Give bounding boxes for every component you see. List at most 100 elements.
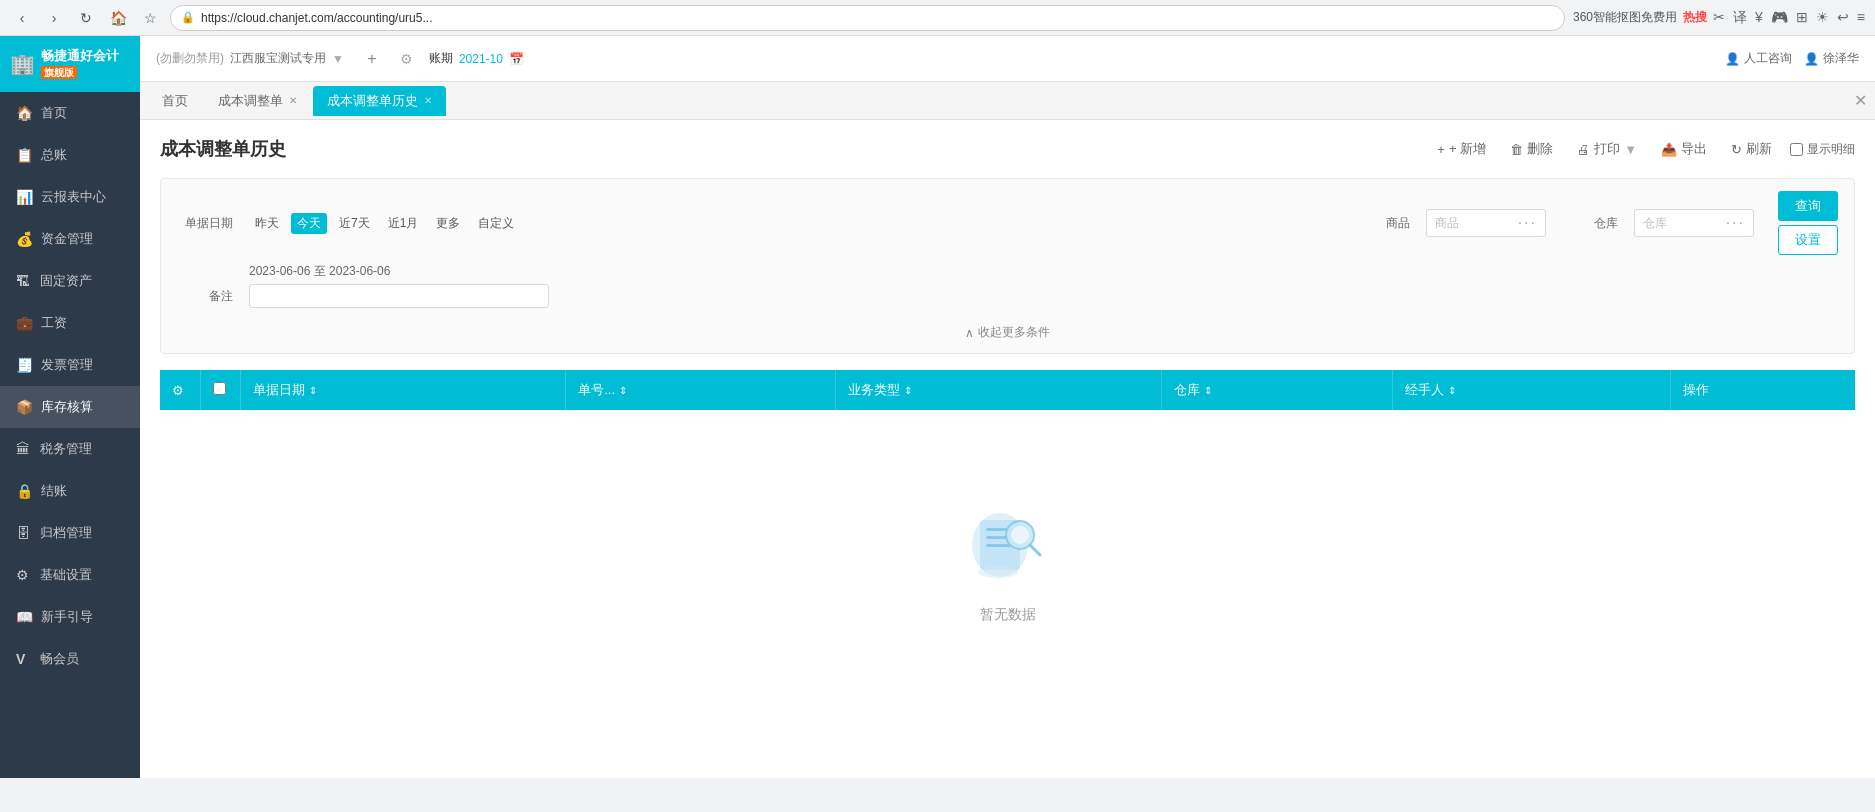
display-toggle-label: 显示明细 (1807, 141, 1855, 158)
select-all-checkbox[interactable] (213, 382, 226, 395)
fixed-assets-icon: 🏗 (16, 273, 32, 289)
sidebar-item-funds-label: 资金管理 (41, 230, 93, 248)
close-all-button[interactable]: ✕ (1854, 91, 1867, 110)
date-option-more[interactable]: 更多 (430, 213, 466, 234)
date-option-7days[interactable]: 近7天 (333, 213, 376, 234)
sidebar-item-membership-label: 畅会员 (40, 650, 79, 668)
manager-sort[interactable]: 经手人 ⇕ (1405, 381, 1658, 399)
print-button[interactable]: 🖨 打印 ▼ (1571, 136, 1643, 162)
sidebar-logo: 🏢 畅捷通好会计 旗舰版 (0, 36, 140, 92)
remark-input[interactable] (249, 284, 549, 308)
tab-cost-adjust-history[interactable]: 成本调整单历史 ✕ (313, 86, 446, 116)
back-button[interactable]: ‹ (10, 6, 34, 30)
app-header: (勿删勿禁用) 江西服宝测试专用 ▼ + ⚙ 账期 2021-10 📅 👤 人工… (140, 36, 1875, 82)
service-button[interactable]: 👤 人工咨询 (1725, 50, 1792, 67)
date-option-custom[interactable]: 自定义 (472, 213, 520, 234)
invoice-icon: 🧾 (16, 357, 33, 373)
table-header-row: ⚙ 单据日期 ⇕ (160, 370, 1855, 410)
date-option-yesterday[interactable]: 昨天 (249, 213, 285, 234)
empty-cell: 暂无数据 (160, 410, 1855, 664)
sidebar-item-membership[interactable]: V 畅会员 (0, 638, 140, 680)
number-sort[interactable]: 单号... ⇕ (578, 381, 823, 399)
period-selector[interactable]: 账期 2021-10 📅 (429, 50, 524, 67)
date-option-today[interactable]: 今天 (291, 213, 327, 234)
sidebar-item-fixed-assets[interactable]: 🏗 固定资产 (0, 260, 140, 302)
sun-icon[interactable]: ☀ (1816, 9, 1829, 27)
sidebar-item-reports[interactable]: 📊 云报表中心 (0, 176, 140, 218)
home-button[interactable]: 🏠 (106, 6, 130, 30)
calendar-icon: 📅 (509, 52, 524, 66)
th-type[interactable]: 业务类型 ⇕ (836, 370, 1162, 410)
th-type-label: 业务类型 (848, 381, 900, 399)
warehouse-sort[interactable]: 仓库 ⇕ (1174, 381, 1380, 399)
export-label: 导出 (1681, 140, 1707, 158)
goods-selector[interactable]: 商品 ··· (1426, 209, 1546, 237)
sidebar-item-home[interactable]: 🏠 首页 (0, 92, 140, 134)
game-icon[interactable]: 🎮 (1771, 9, 1788, 27)
export-button[interactable]: 📤 导出 (1655, 136, 1713, 162)
delete-button[interactable]: 🗑 删除 (1504, 136, 1559, 162)
table-body: 暂无数据 (160, 410, 1855, 664)
inventory-icon: 📦 (16, 399, 33, 415)
date-option-1month[interactable]: 近1月 (382, 213, 425, 234)
coin-icon[interactable]: ¥ (1755, 9, 1763, 27)
reload-button[interactable]: ↻ (74, 6, 98, 30)
sidebar-item-salary[interactable]: 💼 工资 (0, 302, 140, 344)
sidebar-item-funds[interactable]: 💰 资金管理 (0, 218, 140, 260)
th-date[interactable]: 单据日期 ⇕ (240, 370, 566, 410)
menu-icon[interactable]: ≡ (1857, 9, 1865, 27)
scissors-icon[interactable]: ✂ (1713, 9, 1725, 27)
collapse-button[interactable]: ∧ 收起更多条件 (177, 316, 1838, 341)
sidebar-item-ledger[interactable]: 📋 总账 (0, 134, 140, 176)
display-checkbox[interactable] (1790, 143, 1803, 156)
add-tab-button[interactable]: + (360, 47, 384, 71)
sidebar-item-settings[interactable]: ⚙ 基础设置 (0, 554, 140, 596)
warehouse-more-icon[interactable]: ··· (1726, 214, 1745, 232)
sidebar-item-archive[interactable]: 🗄 归档管理 (0, 512, 140, 554)
content-area: 成本调整单历史 + + 新增 🗑 删除 🖨 打印 (140, 120, 1875, 680)
delete-icon: 🗑 (1510, 142, 1523, 157)
logo-title: 畅捷通好会计 (41, 48, 119, 65)
warehouse-selector[interactable]: 仓库 ··· (1634, 209, 1754, 237)
company-prefix: (勿删勿禁用) (156, 50, 224, 67)
th-manager[interactable]: 经手人 ⇕ (1392, 370, 1670, 410)
sidebar-item-close[interactable]: 🔒 结账 (0, 470, 140, 512)
close-account-icon: 🔒 (16, 483, 33, 499)
query-button[interactable]: 查询 (1778, 191, 1838, 221)
goods-more-icon[interactable]: ··· (1518, 214, 1537, 232)
sidebar-nav: 🏠 首页 📋 总账 📊 云报表中心 💰 资金管理 🏗 固定资产 💼 工资 (0, 92, 140, 778)
sidebar-item-reports-label: 云报表中心 (41, 188, 106, 206)
type-sort[interactable]: 业务类型 ⇕ (848, 381, 1149, 399)
company-selector[interactable]: (勿删勿禁用) 江西服宝测试专用 ▼ (156, 50, 344, 67)
data-table: ⚙ 单据日期 ⇕ (160, 370, 1855, 664)
sidebar-item-inventory[interactable]: 📦 库存核算 (0, 386, 140, 428)
th-settings[interactable]: ⚙ (160, 370, 200, 410)
tab-cost-adjust[interactable]: 成本调整单 ✕ (204, 86, 311, 116)
th-number[interactable]: 单号... ⇕ (566, 370, 836, 410)
tab-cost-adjust-history-close[interactable]: ✕ (424, 95, 432, 106)
sidebar-item-guide[interactable]: 📖 新手引导 (0, 596, 140, 638)
svg-rect-4 (986, 544, 1011, 547)
date-sort[interactable]: 单据日期 ⇕ (253, 381, 554, 399)
star-button[interactable]: ☆ (138, 6, 162, 30)
filter-settings-button[interactable]: 设置 (1778, 225, 1838, 255)
forward-button[interactable]: › (42, 6, 66, 30)
date-sort-icon: ⇕ (309, 385, 317, 396)
grid-icon[interactable]: ⊞ (1796, 9, 1808, 27)
user-button[interactable]: 👤 徐泽华 (1804, 50, 1859, 67)
display-toggle[interactable]: 显示明细 (1790, 141, 1855, 158)
undo-icon[interactable]: ↩ (1837, 9, 1849, 27)
th-warehouse[interactable]: 仓库 ⇕ (1162, 370, 1393, 410)
add-button[interactable]: + + 新增 (1431, 136, 1492, 162)
address-bar[interactable]: 🔒 https://cloud.chanjet.com/accounting/u… (170, 5, 1565, 31)
sidebar-item-tax[interactable]: 🏛 税务管理 (0, 428, 140, 470)
th-checkbox[interactable] (200, 370, 240, 410)
tab-home[interactable]: 首页 (148, 86, 202, 116)
refresh-button[interactable]: ↻ 刷新 (1725, 136, 1778, 162)
tab-cost-adjust-close[interactable]: ✕ (289, 95, 297, 106)
sidebar-item-invoice[interactable]: 🧾 发票管理 (0, 344, 140, 386)
translate-icon[interactable]: 译 (1733, 9, 1747, 27)
sidebar-item-close-label: 结账 (41, 482, 67, 500)
sidebar-item-settings-label: 基础设置 (40, 566, 92, 584)
lock-icon: 🔒 (181, 11, 195, 24)
